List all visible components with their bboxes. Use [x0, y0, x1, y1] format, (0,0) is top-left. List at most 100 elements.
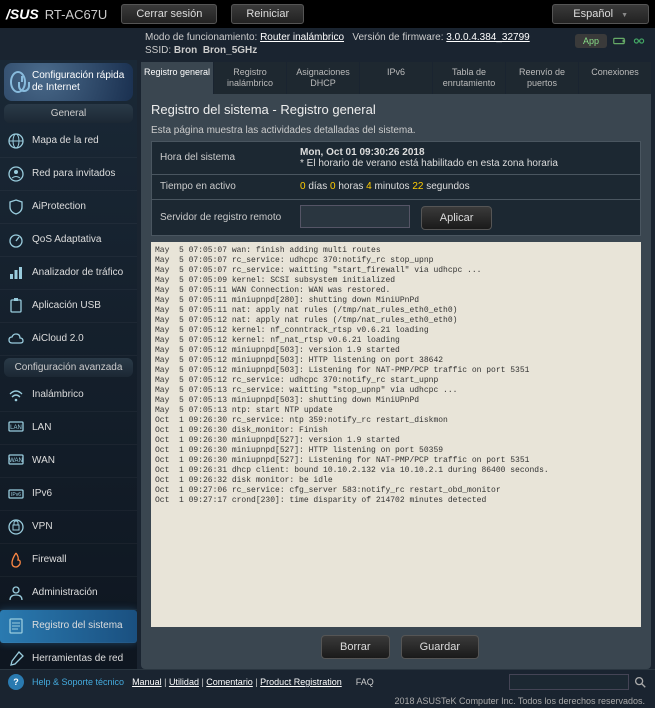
- clear-button[interactable]: Borrar: [321, 635, 390, 659]
- sidebar-item-mapa-de-la-red[interactable]: Mapa de la red: [0, 125, 137, 158]
- quick-setup-label: Configuración rápida de Internet: [32, 70, 127, 94]
- tab-conexiones[interactable]: Conexiones: [579, 62, 651, 94]
- tab-registro-general[interactable]: Registro general: [141, 62, 213, 94]
- ssid-label: SSID:: [145, 45, 171, 56]
- save-button[interactable]: Guardar: [401, 635, 479, 659]
- section-general: General: [4, 104, 133, 123]
- sidebar-item-administraci-n[interactable]: Administración: [0, 577, 137, 610]
- sidebar-item-ipv6[interactable]: IPv6 IPv6: [0, 478, 137, 511]
- nav-label: Inalámbrico: [32, 389, 84, 401]
- vpn-icon: [6, 517, 26, 537]
- utility-link[interactable]: Utilidad: [169, 677, 199, 687]
- copyright: 2018 ASUSTeK Computer Inc. Todos los der…: [0, 694, 655, 708]
- link-icon[interactable]: [631, 34, 647, 48]
- nav-label: AiProtection: [32, 201, 86, 213]
- ipv6-icon: IPv6: [6, 484, 26, 504]
- sidebar-item-firewall[interactable]: Firewall: [0, 544, 137, 577]
- tab-reenv-o-de-puertos[interactable]: Reenvío de puertos: [506, 62, 578, 94]
- nav-label: LAN: [32, 422, 51, 434]
- sidebar-item-vpn[interactable]: VPN: [0, 511, 137, 544]
- app-badge[interactable]: App: [575, 34, 607, 48]
- manual-link[interactable]: Manual: [132, 677, 162, 687]
- svg-text:WAN: WAN: [9, 458, 23, 464]
- help-icon[interactable]: ?: [8, 674, 24, 690]
- faq-search-input[interactable]: [509, 674, 629, 690]
- qos-icon: [6, 230, 26, 250]
- nav-label: Administración: [32, 587, 98, 599]
- section-advanced: Configuración avanzada: [4, 358, 133, 377]
- nav-label: Firewall: [32, 554, 66, 566]
- gauge-icon: [10, 71, 26, 93]
- nav-label: VPN: [32, 521, 53, 533]
- help-label: Help & Soporte técnico: [32, 677, 124, 687]
- chart-icon: [6, 263, 26, 283]
- brand-logo: /SUS: [6, 6, 39, 22]
- sidebar-item-lan[interactable]: LAN LAN: [0, 412, 137, 445]
- sidebar-item-herramientas-de-red[interactable]: Herramientas de red: [0, 643, 137, 669]
- sidebar-item-aplicaci-n-usb[interactable]: Aplicación USB: [0, 290, 137, 323]
- sidebar-item-analizador-de-tr-fico[interactable]: Analizador de tráfico: [0, 257, 137, 290]
- reboot-button[interactable]: Reiniciar: [231, 4, 304, 24]
- mode-link[interactable]: Router inalámbrico: [260, 32, 344, 43]
- tab-bar: Registro generalRegistro inalámbricoAsig…: [141, 62, 651, 94]
- system-time-value: Mon, Oct 01 09:30:26 2018: [300, 147, 425, 158]
- model-name: RT-AC67U: [45, 7, 108, 22]
- tab-tabla-de-enrutamiento[interactable]: Tabla de enrutamiento: [433, 62, 505, 94]
- sidebar-item-aicloud-2-0[interactable]: AiCloud 2.0: [0, 323, 137, 356]
- cloud-icon: [6, 329, 26, 349]
- fw-link[interactable]: 3.0.0.4.384_32799: [446, 32, 529, 43]
- sidebar-item-red-para-invitados[interactable]: Red para invitados: [0, 158, 137, 191]
- wan-icon: WAN: [6, 451, 26, 471]
- ssid-5: Bron_5GHz: [203, 45, 257, 56]
- nav-label: IPv6: [32, 488, 52, 500]
- sidebar-item-qos-adaptativa[interactable]: QoS Adaptativa: [0, 224, 137, 257]
- feedback-link[interactable]: Comentario: [206, 677, 253, 687]
- globe-icon: [6, 131, 26, 151]
- fw-label: Versión de firmware:: [352, 32, 443, 43]
- nav-label: AiCloud 2.0: [32, 333, 84, 345]
- content-area: Registro generalRegistro inalámbricoAsig…: [137, 60, 655, 669]
- system-time-label: Hora del sistema: [152, 147, 292, 168]
- panel: Registro del sistema - Registro general …: [141, 94, 651, 669]
- header-right-icons: App: [575, 34, 647, 48]
- info-bar: Modo de funcionamiento: Router inalámbri…: [0, 28, 655, 60]
- nav-label: Aplicación USB: [32, 300, 101, 312]
- quick-internet-setup[interactable]: Configuración rápida de Internet: [4, 63, 133, 101]
- nav-label: Analizador de tráfico: [32, 267, 123, 279]
- shield-icon: [6, 197, 26, 217]
- nav-label: Herramientas de red: [32, 653, 123, 665]
- log-textarea[interactable]: [151, 242, 641, 627]
- sidebar-item-wan[interactable]: WAN WAN: [0, 445, 137, 478]
- nav-label: Red para invitados: [32, 168, 115, 180]
- svg-text:LAN: LAN: [10, 425, 22, 431]
- faq-label: FAQ: [356, 677, 374, 687]
- nav-label: WAN: [32, 455, 55, 467]
- remote-log-label: Servidor de registro remoto: [152, 207, 292, 228]
- fire-icon: [6, 550, 26, 570]
- admin-icon: [6, 583, 26, 603]
- nav-label: Registro del sistema: [32, 620, 123, 632]
- wifi-icon: [6, 385, 26, 405]
- sidebar-item-inal-mbrico[interactable]: Inalámbrico: [0, 379, 137, 412]
- search-icon[interactable]: [633, 675, 647, 689]
- sidebar-item-registro-del-sistema[interactable]: Registro del sistema: [0, 610, 137, 643]
- tab-registro-inal-mbrico[interactable]: Registro inalámbrico: [214, 62, 286, 94]
- tab-ipv6[interactable]: IPv6: [360, 62, 432, 94]
- lan-icon: LAN: [6, 418, 26, 438]
- remote-log-input[interactable]: [300, 205, 410, 228]
- svg-text:IPv6: IPv6: [11, 492, 21, 498]
- tools-icon: [6, 649, 26, 669]
- logout-button[interactable]: Cerrar sesión: [121, 4, 217, 24]
- mode-label: Modo de funcionamiento:: [145, 32, 257, 43]
- uptime-value: 0 días 0 horas 4 minutos 22 segundos: [292, 176, 640, 197]
- usb-icon[interactable]: [611, 34, 627, 48]
- apply-button[interactable]: Aplicar: [421, 206, 493, 230]
- language-select[interactable]: Español: [552, 4, 649, 24]
- usb-icon: [6, 296, 26, 316]
- footer-help: ? Help & Soporte técnico Manual | Utilid…: [0, 669, 655, 694]
- uptime-label: Tiempo en activo: [152, 176, 292, 197]
- sidebar-item-aiprotection[interactable]: AiProtection: [0, 191, 137, 224]
- registration-link[interactable]: Product Registration: [260, 677, 342, 687]
- tab-asignaciones-dhcp[interactable]: Asignaciones DHCP: [287, 62, 359, 94]
- guest-icon: [6, 164, 26, 184]
